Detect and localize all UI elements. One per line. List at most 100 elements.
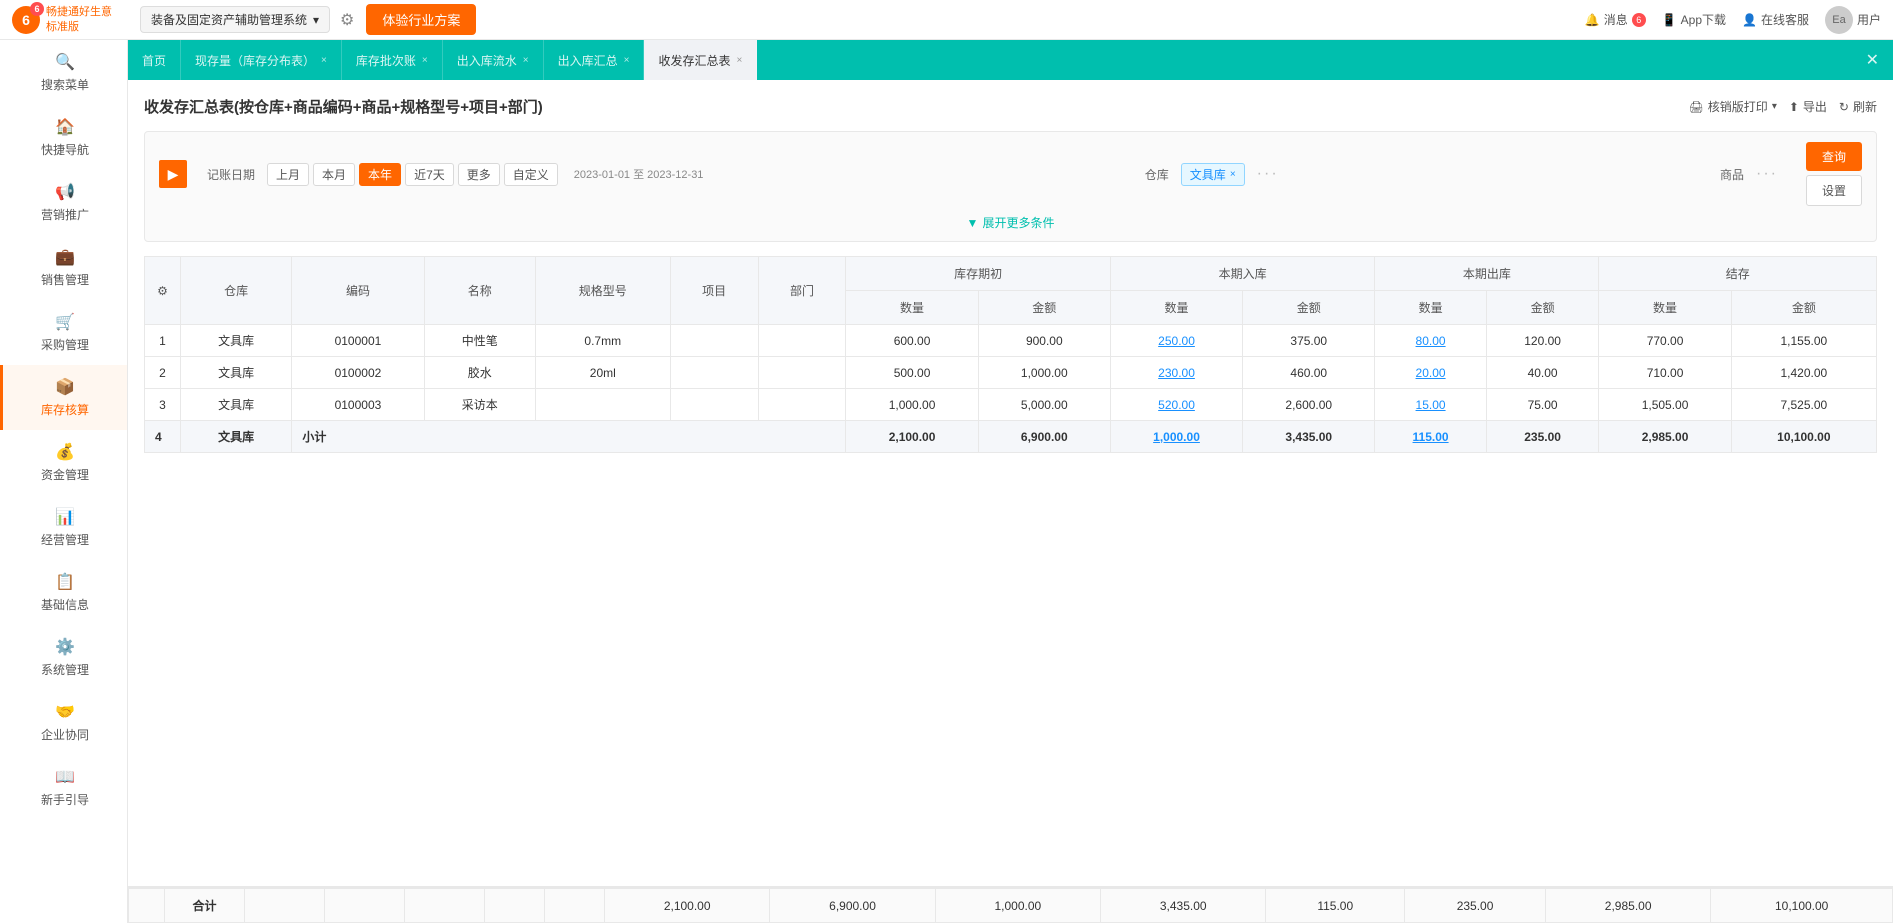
table-row: 1 文具库 0100001 中性笔 0.7mm 600.00 900.00 25… — [145, 325, 1877, 357]
sidebar-item-inventory[interactable]: 📦 库存核算 — [0, 365, 127, 430]
sidebar-item-quicknav[interactable]: 🏠 快捷导航 — [0, 105, 127, 170]
row-in-qty: 230.00 — [1110, 357, 1242, 389]
online-service-item[interactable]: 👤 在线客服 — [1742, 11, 1809, 28]
chart-icon: 📊 — [55, 507, 75, 527]
sidebar-item-sales[interactable]: 💼 销售管理 — [0, 235, 127, 300]
logo-abbr: 6 — [22, 12, 30, 28]
date-btn-custom[interactable]: 自定义 — [504, 163, 558, 186]
date-btn-this-year[interactable]: 本年 — [359, 163, 401, 186]
row-balance-qty: 710.00 — [1599, 357, 1731, 389]
date-btn-more[interactable]: 更多 — [458, 163, 500, 186]
bell-icon: 🔔 — [1585, 13, 1600, 27]
sidebar-item-marketing[interactable]: 📢 营销推广 — [0, 170, 127, 235]
col-balance-header: 结存 — [1599, 257, 1877, 291]
app-download-item[interactable]: 📱 App下载 — [1662, 11, 1726, 28]
row-goods-spec: 20ml — [535, 357, 670, 389]
col-out-header: 本期出库 — [1375, 257, 1599, 291]
sidebar-item-operations[interactable]: 📊 经营管理 — [0, 495, 127, 560]
tab-close-icon[interactable]: × — [321, 55, 327, 66]
total-label: 合计 — [165, 889, 245, 923]
set-button[interactable]: 设置 — [1806, 175, 1862, 206]
subtotal-in-amt: 3,435.00 — [1243, 421, 1375, 453]
tab-close-icon[interactable]: × — [624, 55, 630, 66]
settings-icon[interactable]: ⚙ — [157, 284, 168, 298]
refresh-icon: ↻ — [1839, 100, 1849, 114]
sidebar-item-purchase[interactable]: 🛒 采购管理 — [0, 300, 127, 365]
row-goods-code: 0100002 — [292, 357, 424, 389]
row-no: 3 — [145, 389, 181, 421]
goods-more-dots[interactable]: ··· — [1756, 165, 1778, 183]
out-qty-link[interactable]: 15.00 — [1416, 398, 1446, 412]
export-button[interactable]: ⬆ 导出 — [1789, 98, 1827, 115]
row-out-amt: 75.00 — [1486, 389, 1599, 421]
expand-filter-button[interactable]: ▼ 展开更多条件 — [159, 214, 1862, 231]
row-out-qty: 20.00 — [1375, 357, 1486, 389]
subtotal-out-qty-link[interactable]: 115.00 — [1413, 430, 1449, 444]
filter-toggle[interactable]: ▶ — [159, 160, 187, 188]
tab-summary[interactable]: 出入库汇总 × — [544, 40, 645, 80]
subtotal-in-qty-link[interactable]: 1,000.00 — [1153, 430, 1200, 444]
out-qty-link[interactable]: 20.00 — [1416, 366, 1446, 380]
row-goods-name: 采访本 — [424, 389, 535, 421]
notification-item[interactable]: 🔔 消息 6 — [1585, 11, 1646, 28]
out-qty-link[interactable]: 80.00 — [1416, 334, 1446, 348]
row-goods-code: 0100001 — [292, 325, 424, 357]
in-qty-link[interactable]: 250.00 — [1158, 334, 1195, 348]
row-opening-amt: 1,000.00 — [978, 357, 1110, 389]
date-btn-7days[interactable]: 近7天 — [405, 163, 454, 186]
total-balance-amt: 10,100.00 — [1711, 889, 1893, 923]
tab-receive-send[interactable]: 收发存汇总表 × — [644, 40, 757, 80]
row-opening-qty: 500.00 — [846, 357, 978, 389]
date-btn-this-month[interactable]: 本月 — [313, 163, 355, 186]
subtotal-balance-amt: 10,100.00 — [1731, 421, 1876, 453]
date-label: 记账日期 — [207, 166, 255, 183]
total-empty1 — [129, 889, 165, 923]
col-opening-qty-header: 数量 — [846, 291, 978, 325]
sidebar-item-label: 企业协同 — [41, 726, 89, 743]
sidebar: 🔍 搜索菜单 🏠 快捷导航 📢 营销推广 💼 销售管理 🛒 采购管理 📦 库存核… — [0, 40, 128, 923]
total-empty4 — [405, 889, 485, 923]
subtotal-in-qty: 1,000.00 — [1110, 421, 1242, 453]
tab-close-icon[interactable]: × — [422, 55, 428, 66]
gear-icon[interactable]: ⚙ — [340, 10, 354, 30]
total-in-amt: 3,435.00 — [1101, 889, 1266, 923]
tab-home[interactable]: 首页 — [128, 40, 181, 80]
tab-batch[interactable]: 库存批次账 × — [342, 40, 443, 80]
tab-flow[interactable]: 出入库流水 × — [443, 40, 544, 80]
tab-close-icon[interactable]: × — [736, 55, 742, 66]
sidebar-item-system[interactable]: ⚙️ 系统管理 — [0, 625, 127, 690]
row-in-amt: 460.00 — [1243, 357, 1375, 389]
total-out-qty: 115.00 — [1266, 889, 1405, 923]
expand-icon: ▼ — [967, 216, 979, 230]
in-qty-link[interactable]: 230.00 — [1158, 366, 1195, 380]
date-btn-last-month[interactable]: 上月 — [267, 163, 309, 186]
footer-total: 合计 2,100.00 6,900.00 1,000.00 3,435.00 1… — [128, 886, 1893, 923]
row-department — [758, 389, 846, 421]
sidebar-item-search[interactable]: 🔍 搜索菜单 — [0, 40, 127, 105]
warehouse-more-dots[interactable]: ··· — [1257, 165, 1279, 183]
sidebar-item-collab[interactable]: 🤝 企业协同 — [0, 690, 127, 755]
total-out-amt: 235.00 — [1405, 889, 1546, 923]
sidebar-item-label: 库存核算 — [41, 401, 89, 418]
notif-count-badge: 6 — [1632, 13, 1646, 27]
sidebar-item-basicinfo[interactable]: 📋 基础信息 — [0, 560, 127, 625]
filter-area: ▶ 记账日期 上月 本月 本年 近7天 更多 自定义 2023-01-01 至 … — [144, 131, 1877, 242]
tab-inventory-dist[interactable]: 现存量（库存分布表） × — [181, 40, 342, 80]
subtotal-opening-amt: 6,900.00 — [978, 421, 1110, 453]
tab-close-icon[interactable]: × — [523, 55, 529, 66]
warehouse-tag-close-button[interactable]: × — [1230, 169, 1236, 180]
query-button[interactable]: 查询 — [1806, 142, 1862, 171]
search-icon: 🔍 — [55, 52, 75, 72]
sidebar-item-finance[interactable]: 💰 资金管理 — [0, 430, 127, 495]
close-all-tabs-button[interactable]: ✕ — [1852, 40, 1893, 80]
row-out-qty: 80.00 — [1375, 325, 1486, 357]
user-item[interactable]: Ea 用户 — [1825, 6, 1881, 34]
trial-button[interactable]: 体验行业方案 — [366, 4, 476, 35]
subtotal-balance-qty: 2,985.00 — [1599, 421, 1731, 453]
print-button[interactable]: 🖨 核销版打印 ▾ — [1689, 98, 1777, 115]
sidebar-item-guide[interactable]: 📖 新手引导 — [0, 755, 127, 820]
system-selector[interactable]: 装备及固定资产辅助管理系统 ▾ — [140, 6, 330, 33]
page-title-bar: 收发存汇总表(按仓库+商品编码+商品+规格型号+项目+部门) 🖨 核销版打印 ▾… — [144, 96, 1877, 117]
refresh-button[interactable]: ↻ 刷新 — [1839, 98, 1877, 115]
in-qty-link[interactable]: 520.00 — [1158, 398, 1195, 412]
